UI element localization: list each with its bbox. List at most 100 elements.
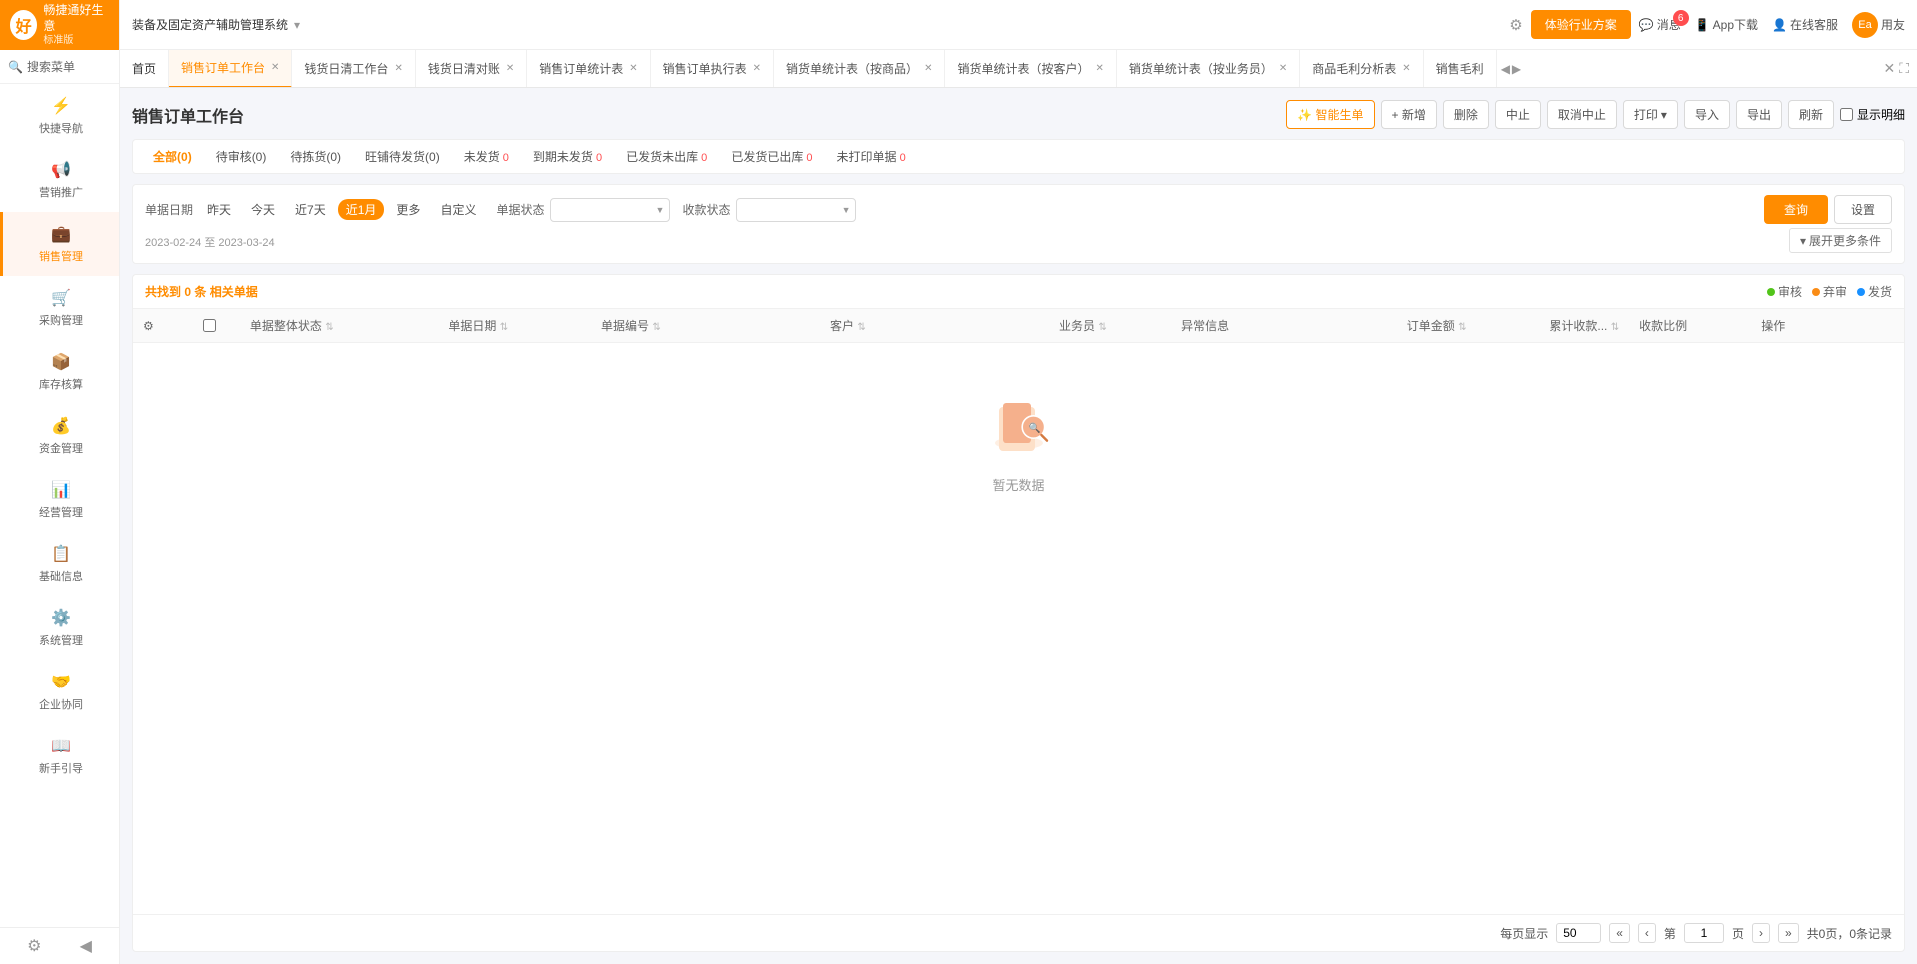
sidebar-item-quick-nav[interactable]: ⚡ 快捷导航: [0, 84, 119, 148]
tab-close-cash-daily[interactable]: ✕: [394, 63, 402, 74]
import-button[interactable]: 导入: [1684, 100, 1730, 129]
sidebar-item-label: 库存核算: [39, 376, 83, 392]
col-received[interactable]: 累计收款... ⇅: [1476, 309, 1629, 343]
date-btn-today[interactable]: 今天: [243, 199, 283, 220]
subtab-not-printed[interactable]: 未打印单据 0: [825, 144, 918, 169]
tab-sales-exec[interactable]: 销售订单执行表 ✕: [651, 50, 774, 88]
tab-close-sales-exec[interactable]: ✕: [753, 63, 761, 74]
tab-sales-workbench[interactable]: 销售订单工作台 ✕: [169, 50, 292, 88]
export-button[interactable]: 导出: [1736, 100, 1782, 129]
subtab-not-shipped[interactable]: 未发货 0: [452, 144, 521, 169]
print-button[interactable]: 打印 ▾: [1623, 100, 1678, 129]
sidebar-item-marketing[interactable]: 📢 营销推广: [0, 148, 119, 212]
last-page-button[interactable]: »: [1778, 923, 1799, 943]
stop-button[interactable]: 中止: [1495, 100, 1541, 129]
online-service-btn[interactable]: 👤 在线客服: [1772, 16, 1838, 33]
tab-gross-margin[interactable]: 商品毛利分析表 ✕: [1300, 50, 1423, 88]
col-amount[interactable]: 订单金额 ⇅: [1324, 309, 1477, 343]
date-btn-7days[interactable]: 近7天: [287, 199, 334, 220]
tab-close-gross-margin[interactable]: ✕: [1402, 63, 1410, 74]
topbar-gear-icon[interactable]: ⚙: [1509, 16, 1522, 34]
tab-close-sales-summary-staff[interactable]: ✕: [1279, 63, 1287, 74]
subtab-pending-inspect[interactable]: 待拣货(0): [278, 144, 353, 169]
sidebar-search[interactable]: 🔍 搜索菜单: [0, 50, 119, 84]
tab-sales-profit[interactable]: 销售毛利: [1424, 50, 1497, 88]
sidebar-item-cooperation[interactable]: 🤝 企业协同: [0, 660, 119, 724]
sidebar-item-guide[interactable]: 📖 新手引导: [0, 724, 119, 788]
col-settings[interactable]: ⚙: [133, 309, 179, 343]
sidebar-item-label: 系统管理: [39, 632, 83, 648]
col-number[interactable]: 单据编号 ⇅: [591, 309, 820, 343]
tab-sales-summary-staff[interactable]: 销货单统计表（按业务员） ✕: [1117, 50, 1300, 88]
settings-bottom-icon[interactable]: ⚙: [27, 936, 41, 956]
col-staff[interactable]: 业务员 ⇅: [1049, 309, 1171, 343]
page-number-input[interactable]: [1684, 923, 1724, 943]
expand-conditions-button[interactable]: ▾ 展开更多条件: [1789, 228, 1892, 253]
review-action-btn[interactable]: 审核: [1767, 283, 1802, 300]
sidebar-item-base-info[interactable]: 📋 基础信息: [0, 532, 119, 596]
tab-sales-stats[interactable]: 销售订单统计表 ✕: [527, 50, 650, 88]
page-size-select[interactable]: 50 10 20 100: [1556, 923, 1601, 943]
tab-nav-right-icon[interactable]: ▶: [1512, 62, 1521, 76]
tab-close-cash-reconcile[interactable]: ✕: [506, 63, 514, 74]
prev-page-button[interactable]: ‹: [1638, 923, 1656, 943]
tab-close-sales-summary-customer[interactable]: ✕: [1095, 63, 1103, 74]
subtab-wangpu-pending[interactable]: 旺铺待发货(0): [353, 144, 452, 169]
system-dropdown-icon[interactable]: ▾: [294, 18, 300, 32]
sort-received-icon: ⇅: [1611, 322, 1619, 333]
delete-button[interactable]: 删除: [1443, 100, 1489, 129]
tab-maximize-icon[interactable]: ⛶: [1899, 60, 1909, 77]
tab-close-sales-stats[interactable]: ✕: [629, 63, 637, 74]
first-page-button[interactable]: «: [1609, 923, 1630, 943]
show-detail-label[interactable]: 显示明细: [1840, 106, 1905, 123]
tab-sales-summary-customer[interactable]: 销货单统计表（按客户） ✕: [945, 50, 1116, 88]
message-btn[interactable]: 💬 6 消息: [1639, 16, 1681, 33]
ship-action-btn[interactable]: 发货: [1857, 283, 1892, 300]
tab-sales-summary-product[interactable]: 销货单统计表（按商品） ✕: [774, 50, 945, 88]
cancel-review-action-btn[interactable]: 弃审: [1812, 283, 1847, 300]
col-date[interactable]: 单据日期 ⇅: [438, 309, 591, 343]
ai-button[interactable]: ✨ 智能生单: [1286, 100, 1374, 129]
new-button[interactable]: + 新增: [1381, 100, 1437, 129]
app-download-btn[interactable]: 📱 App下载: [1695, 16, 1758, 33]
sidebar-item-finance[interactable]: 💰 资金管理: [0, 404, 119, 468]
tab-cash-reconcile[interactable]: 钱货日清对账 ✕: [416, 50, 527, 88]
subtab-shipped-out[interactable]: 已发货已出库 0: [719, 144, 824, 169]
tab-close-all-icon[interactable]: ✕: [1883, 60, 1895, 77]
select-all-checkbox[interactable]: [203, 319, 216, 332]
date-btn-custom[interactable]: 自定义: [432, 199, 484, 220]
subtab-overdue-ship[interactable]: 到期未发货 0: [521, 144, 614, 169]
sidebar-item-sales[interactable]: 💼 销售管理: [0, 212, 119, 276]
col-status[interactable]: 单据整体状态 ⇅: [240, 309, 438, 343]
cancel-stop-button[interactable]: 取消中止: [1547, 100, 1617, 129]
subtabs: 全部(0) 待审核(0) 待拣货(0) 旺铺待发货(0) 未发货 0 到期未发货…: [132, 139, 1905, 174]
date-btn-more[interactable]: 更多: [388, 199, 428, 220]
collapse-icon[interactable]: ◀: [80, 936, 92, 956]
sidebar-item-inventory[interactable]: 📦 库存核算: [0, 340, 119, 404]
subtab-shipped-not-out[interactable]: 已发货未出库 0: [614, 144, 719, 169]
sidebar-item-system[interactable]: ⚙️ 系统管理: [0, 596, 119, 660]
col-customer[interactable]: 客户 ⇅: [820, 309, 1049, 343]
payment-select[interactable]: [736, 198, 856, 222]
tab-close-sales-summary-product[interactable]: ✕: [924, 63, 932, 74]
tab-close-sales-workbench[interactable]: ✕: [271, 62, 279, 73]
date-btn-yesterday[interactable]: 昨天: [199, 199, 239, 220]
show-detail-checkbox[interactable]: [1840, 108, 1853, 121]
subtab-all[interactable]: 全部(0): [141, 144, 204, 169]
tab-nav-left-icon[interactable]: ◀: [1501, 62, 1510, 76]
subtab-pending-review[interactable]: 待审核(0): [204, 144, 279, 169]
trial-button[interactable]: 体验行业方案: [1531, 10, 1631, 39]
sidebar-item-purchase[interactable]: 🛒 采购管理: [0, 276, 119, 340]
sidebar-item-operations[interactable]: 📊 经营管理: [0, 468, 119, 532]
date-btn-1month[interactable]: 近1月: [338, 199, 385, 220]
status-select[interactable]: [550, 198, 670, 222]
settings-button[interactable]: 设置: [1834, 195, 1892, 224]
next-page-button[interactable]: ›: [1752, 923, 1770, 943]
tab-cash-daily[interactable]: 钱货日清工作台 ✕: [292, 50, 415, 88]
refresh-button[interactable]: 刷新: [1788, 100, 1834, 129]
service-icon: 👤: [1772, 18, 1787, 32]
tab-home[interactable]: 首页: [120, 50, 169, 88]
user-menu-btn[interactable]: Ea 用友: [1852, 12, 1905, 38]
query-button[interactable]: 查询: [1764, 195, 1828, 224]
filters: 单据日期 昨天 今天 近7天 近1月 更多 自定义 单据状态: [132, 184, 1905, 264]
